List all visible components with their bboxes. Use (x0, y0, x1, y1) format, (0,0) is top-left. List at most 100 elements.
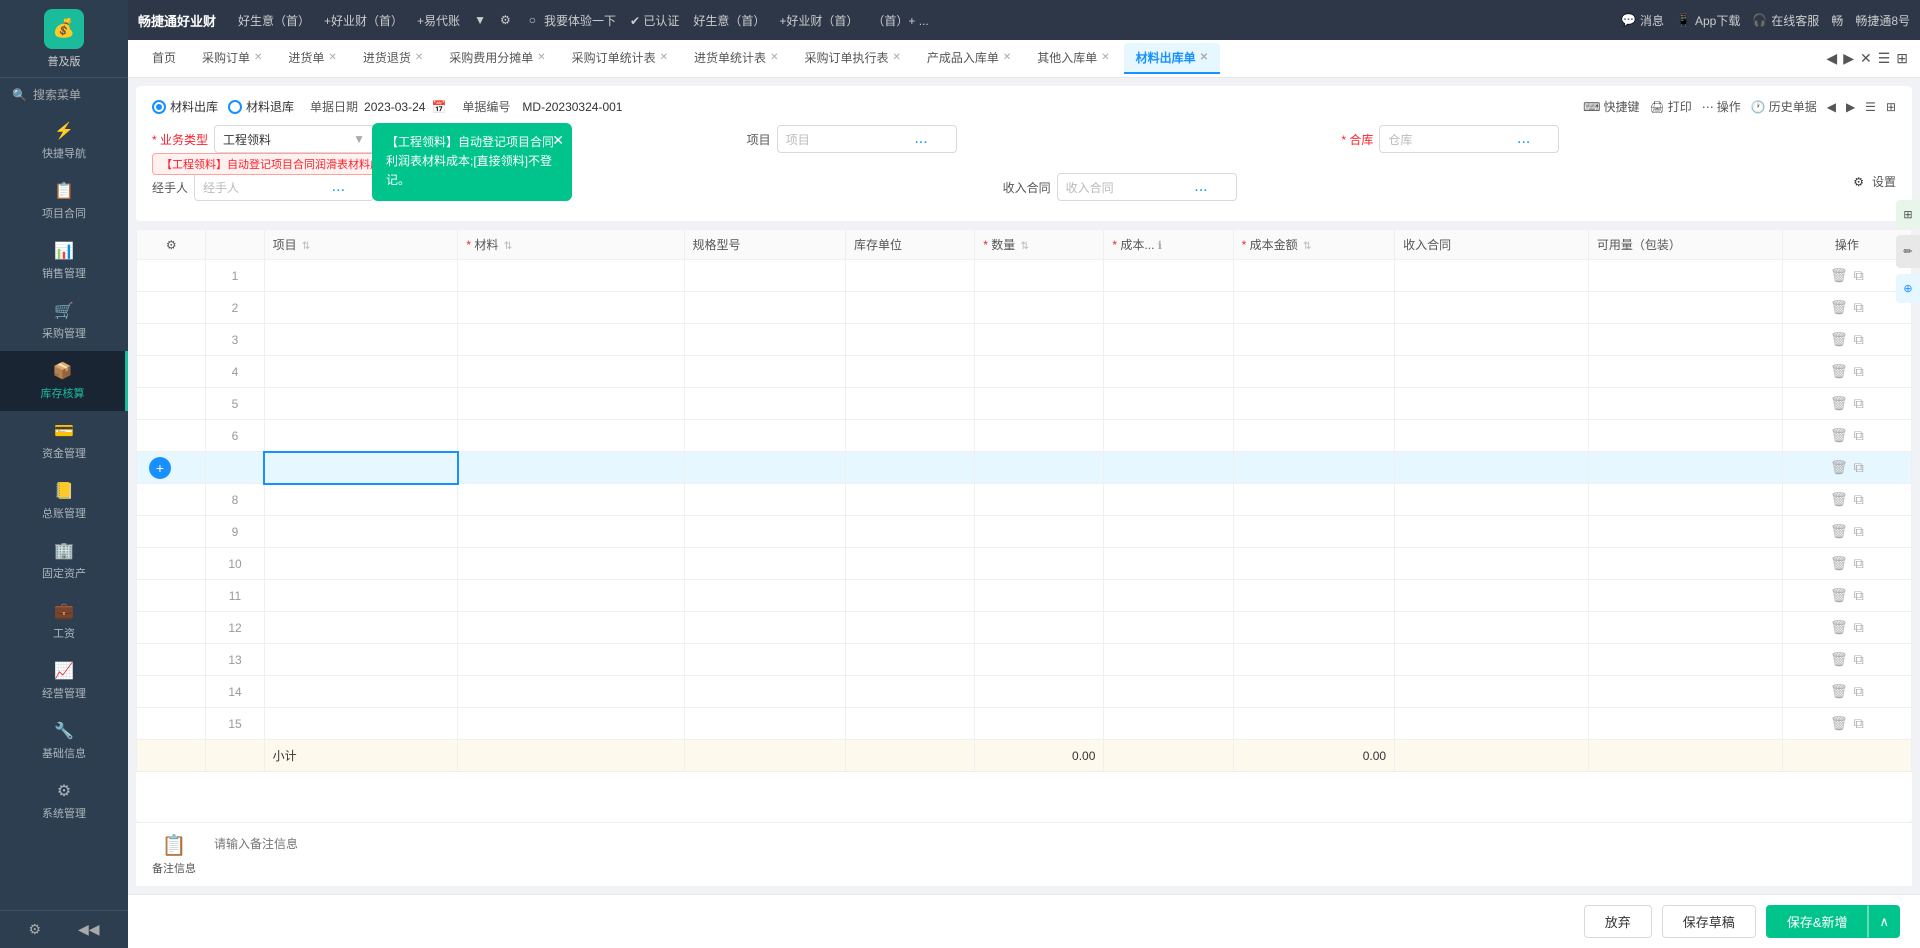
copy-icon[interactable]: ⧉ (1854, 651, 1864, 668)
project-dots-btn[interactable]: ... (914, 130, 927, 148)
print-btn[interactable]: 🖨 打印 (1649, 98, 1691, 115)
sidebar-item-finance[interactable]: 💳 资金管理 (0, 411, 128, 471)
tab-close-purchase-receipt[interactable]: ✕ (328, 52, 336, 63)
right-panel-btn-1[interactable]: ⊞ (1896, 200, 1920, 229)
row-income-contract-1[interactable] (1395, 260, 1589, 292)
copy-icon[interactable]: ⧉ (1854, 299, 1864, 316)
collapse-icon[interactable]: ◀◀ (78, 921, 100, 938)
row-material-1[interactable] (458, 260, 684, 292)
income-contract-select[interactable]: 收入合同 ... (1057, 173, 1237, 201)
add-row-btn[interactable]: + (149, 457, 171, 479)
copy-icon[interactable]: ⧉ (1854, 331, 1864, 348)
copy-icon[interactable]: ⧉ (1854, 427, 1864, 444)
copy-icon[interactable]: ⧉ (1854, 395, 1864, 412)
top-nav-haoshengyi2[interactable]: 好生意（首） (689, 10, 769, 31)
col-project[interactable]: 项目 ⇅ (264, 230, 458, 260)
top-nav-haoyecai[interactable]: +好业财（首） (320, 10, 407, 31)
user-avatar[interactable]: 畅 (1831, 12, 1843, 29)
copy-icon[interactable]: ⧉ (1854, 715, 1864, 732)
delete-icon[interactable]: 🗑 (1830, 267, 1848, 284)
delete-icon[interactable]: 🗑 (1830, 491, 1848, 508)
delete-icon[interactable]: 🗑 (1830, 651, 1848, 668)
tab-close-receipt-stats[interactable]: ✕ (770, 52, 778, 63)
tab-material-out[interactable]: 材料出库单 ✕ (1124, 43, 1220, 74)
tab-close-purchase-order[interactable]: ✕ (254, 52, 262, 63)
handler-dots-btn[interactable]: ... (332, 178, 345, 196)
sidebar-search[interactable]: 🔍 搜索菜单 (0, 78, 128, 111)
delete-icon[interactable]: 🗑 (1830, 395, 1848, 412)
col-sort-material[interactable]: ⇅ (504, 241, 512, 252)
app-download-action[interactable]: 📱 App下载 (1676, 12, 1740, 29)
tab-purchase-fee[interactable]: 采购费用分摊单 ✕ (437, 43, 557, 74)
delete-icon[interactable]: 🗑 (1830, 331, 1848, 348)
tab-close-purchase-return[interactable]: ✕ (415, 52, 423, 63)
table-scroll-container[interactable]: ⚙ 项目 ⇅ * 材料 ⇅ 规格型号 库存单位 * 数量 ⇅ (136, 229, 1912, 822)
view-card[interactable]: ☰ (1865, 100, 1876, 114)
calendar-icon[interactable]: 📅 (431, 100, 446, 114)
col-sort-quantity[interactable]: ⇅ (1021, 241, 1029, 252)
tab-view-grid[interactable]: ⊞ (1896, 50, 1908, 67)
radio-material-out[interactable]: 材料出库 (152, 98, 218, 115)
delete-icon[interactable]: 🗑 (1830, 587, 1848, 604)
tab-close-finished-goods[interactable]: ✕ (1003, 52, 1011, 63)
nav-next[interactable]: ▶ (1846, 100, 1855, 114)
top-nav-trial[interactable]: ○ 我要体验一下 (521, 9, 620, 31)
sidebar-item-operation[interactable]: 📈 经营管理 (0, 651, 128, 711)
copy-icon[interactable]: ⧉ (1854, 555, 1864, 572)
radio-material-return[interactable]: 材料退库 (228, 98, 294, 115)
notes-input[interactable] (206, 833, 1896, 855)
copy-icon[interactable]: ⧉ (1854, 459, 1864, 476)
row-cost-price-1[interactable] (1104, 260, 1233, 292)
col-settings[interactable]: ⚙ (137, 230, 206, 260)
copy-icon[interactable]: ⧉ (1854, 683, 1864, 700)
delete-icon[interactable]: 🗑 (1830, 427, 1848, 444)
delete-icon[interactable]: 🗑 (1830, 523, 1848, 540)
delete-icon[interactable]: 🗑 (1830, 715, 1848, 732)
operation-btn[interactable]: ⋯ 操作 (1702, 98, 1741, 115)
save-draft-btn[interactable]: 保存草稿 (1662, 905, 1756, 938)
row-active-project-input[interactable] (273, 461, 449, 475)
tab-purchase-return[interactable]: 进货退货 ✕ (351, 43, 435, 74)
top-nav-haoshengyi[interactable]: 好生意（首） (234, 10, 314, 31)
col-quantity[interactable]: * 数量 ⇅ (975, 230, 1104, 260)
sidebar-item-accounting[interactable]: 📒 总账管理 (0, 471, 128, 531)
tab-close-purchase-stats[interactable]: ✕ (660, 52, 668, 63)
tab-other-receipt[interactable]: 其他入库单 ✕ (1025, 43, 1121, 74)
handler-select[interactable]: 经手人 ... (194, 173, 374, 201)
copy-icon[interactable]: ⧉ (1854, 619, 1864, 636)
tab-close-all[interactable]: ✕ (1860, 50, 1872, 67)
tab-nav-right[interactable]: ▶ (1843, 50, 1854, 67)
tab-home[interactable]: 首页 (140, 43, 188, 74)
col-cost-price-info[interactable]: ℹ (1158, 240, 1162, 252)
tab-view-list[interactable]: ☰ (1878, 50, 1891, 67)
save-new-btn[interactable]: 保存&新增 (1766, 905, 1869, 938)
discard-btn[interactable]: 放弃 (1584, 905, 1652, 938)
col-sort-project[interactable]: ⇅ (302, 241, 310, 252)
top-nav-more[interactable]: （首）+ ... (868, 10, 932, 31)
save-new-dropdown-btn[interactable]: ∧ (1868, 905, 1900, 938)
sidebar-item-assets[interactable]: 🏢 固定资产 (0, 531, 128, 591)
settings-icon[interactable]: ⚙ (28, 921, 41, 938)
date-value[interactable]: 2023-03-24 (364, 100, 425, 114)
tab-purchase-order[interactable]: 采购订单 ✕ (190, 43, 274, 74)
sidebar-item-sales[interactable]: 📊 销售管理 (0, 231, 128, 291)
row-quantity-1[interactable] (975, 260, 1104, 292)
delete-icon[interactable]: 🗑 (1830, 683, 1848, 700)
col-sort-cost-amount[interactable]: ⇅ (1303, 241, 1311, 252)
sidebar-item-system[interactable]: ⚙ 系统管理 (0, 771, 128, 831)
sidebar-item-shortcuts[interactable]: ⚡ 快捷导航 (0, 111, 128, 171)
delete-icon[interactable]: 🗑 (1830, 459, 1848, 476)
history-btn[interactable]: 🕐 历史单据 (1751, 98, 1817, 115)
row-spec-1[interactable] (684, 260, 846, 292)
tab-close-purchase-fee[interactable]: ✕ (537, 52, 545, 63)
income-contract-dots-btn[interactable]: ... (1194, 178, 1207, 196)
tab-purchase-receipt-stats[interactable]: 进货单统计表 ✕ (682, 43, 790, 74)
view-table[interactable]: ⊞ (1886, 100, 1896, 114)
tab-purchase-stats[interactable]: 采购订单统计表 ✕ (560, 43, 680, 74)
row-active-material-input[interactable] (467, 461, 676, 475)
business-type-select[interactable]: 工程领料 ▼ (214, 125, 394, 153)
copy-icon[interactable]: ⧉ (1854, 523, 1864, 540)
sidebar-item-salary[interactable]: 💼 工资 (0, 591, 128, 651)
top-nav-haoyecai2[interactable]: +好业财（首） (775, 10, 862, 31)
top-nav-yidaizhang[interactable]: +易代账 (413, 10, 464, 31)
